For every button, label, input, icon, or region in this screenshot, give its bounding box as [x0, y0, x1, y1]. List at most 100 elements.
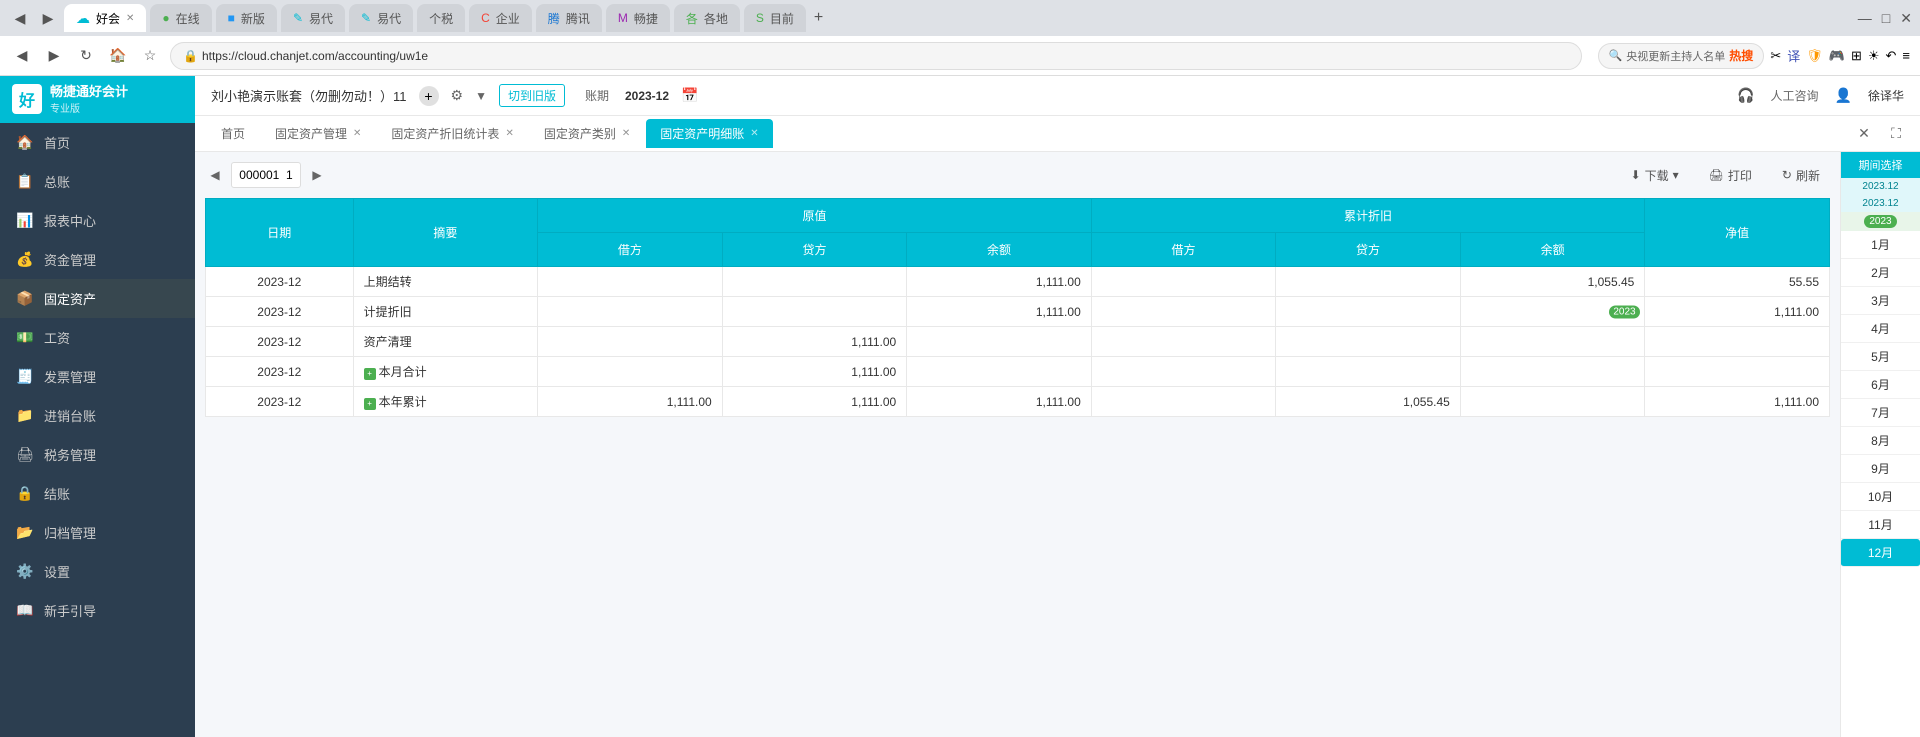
browser-tab-10[interactable]: S 目前 — [744, 4, 806, 32]
switch-version-btn[interactable]: 切到旧版 — [499, 84, 565, 107]
nav-reload[interactable]: ↻ — [74, 44, 98, 68]
human-service-link[interactable]: 人工咨询 — [1771, 87, 1819, 104]
prev-page-btn[interactable]: ◀ — [205, 165, 225, 185]
tab-close-category[interactable]: ✕ — [622, 128, 630, 139]
browser-tab-7[interactable]: 腾 腾讯 — [536, 4, 602, 32]
month-4[interactable]: 4月 — [1841, 315, 1920, 343]
nav-bookmark[interactable]: ☆ — [138, 44, 162, 68]
sidebar-item-funds[interactable]: 💰 资金管理 — [0, 240, 195, 279]
cell-orig-balance: 1,111.00 — [907, 387, 1092, 417]
dropdown-chevron-icon: ▾ — [1673, 168, 1679, 182]
browser-tab-2[interactable]: ■ 新版 — [216, 4, 277, 32]
game-icon[interactable]: 🎮 — [1829, 48, 1845, 64]
month-10[interactable]: 10月 — [1841, 483, 1920, 511]
nav-home[interactable]: 🏠 — [106, 44, 130, 68]
tab-close-detail[interactable]: ✕ — [750, 128, 758, 139]
grid-icon[interactable]: ⊞ — [1851, 48, 1862, 64]
page-tab-home[interactable]: 首页 — [207, 119, 259, 148]
undo-icon[interactable]: ↶ — [1886, 48, 1897, 64]
cell-date: 2023-12 — [206, 297, 354, 327]
sidebar-item-salary[interactable]: 💵 工资 — [0, 318, 195, 357]
cell-accum-debit — [1091, 297, 1276, 327]
browser-tab-9[interactable]: 各 各地 — [674, 4, 740, 32]
sidebar-item-guide[interactable]: 📖 新手引导 — [0, 591, 195, 630]
refresh-btn[interactable]: ↻ 刷新 — [1772, 163, 1830, 188]
sidebar-item-stock[interactable]: 📁 进销台账 — [0, 396, 195, 435]
cell-accum-debit — [1091, 327, 1276, 357]
menu-icon[interactable]: ≡ — [1902, 48, 1910, 63]
sidebar-item-archive[interactable]: 📂 归档管理 — [0, 513, 195, 552]
month-9[interactable]: 9月 — [1841, 455, 1920, 483]
user-avatar-icon: 👤 — [1835, 87, 1852, 104]
month-12[interactable]: 12月 — [1841, 539, 1920, 567]
new-tab-btn[interactable]: + — [814, 9, 823, 27]
cell-accum-credit — [1276, 327, 1461, 357]
shield-icon[interactable]: 🛡 — [1806, 48, 1823, 64]
browser-tab-3[interactable]: ✎ 易代 — [281, 4, 345, 32]
cell-accum-debit — [1091, 357, 1276, 387]
page-input[interactable] — [231, 162, 301, 188]
browser-tab-active[interactable]: ☁ 好会 ✕ — [64, 4, 146, 32]
settings-gear-icon[interactable]: ⚙ — [451, 87, 464, 104]
month-5[interactable]: 5月 — [1841, 343, 1920, 371]
cell-orig-credit: 1,111.00 — [722, 327, 907, 357]
page-tab-detail[interactable]: 固定资产明细账 ✕ — [646, 119, 772, 148]
cell-orig-credit — [722, 267, 907, 297]
sidebar-item-close[interactable]: 🔒 结账 — [0, 474, 195, 513]
tab-close-depreciation[interactable]: ✕ — [505, 128, 513, 139]
cell-accum-debit — [1091, 387, 1276, 417]
browser-tab-5[interactable]: 个税 — [417, 4, 465, 32]
back-btn[interactable]: ◀ — [8, 6, 32, 30]
cell-summary: 资产清理 — [353, 327, 538, 357]
sidebar-item-ledger[interactable]: 📋 总账 — [0, 162, 195, 201]
sidebar-item-settings[interactable]: ⚙️ 设置 — [0, 552, 195, 591]
month-3[interactable]: 3月 — [1841, 287, 1920, 315]
top-bar-right: 🎧 人工咨询 👤 徐译华 — [1737, 87, 1904, 104]
close-icon[interactable]: ✕ — [126, 13, 134, 24]
browser-tab-1[interactable]: ● 在线 — [150, 4, 211, 32]
sidebar-item-fixed[interactable]: 📦 固定资产 — [0, 279, 195, 318]
add-btn[interactable]: + — [419, 86, 439, 106]
browser-tab-6[interactable]: C 企业 — [469, 4, 532, 32]
month-7[interactable]: 7月 — [1841, 399, 1920, 427]
download-btn[interactable]: ⬇ 下载 ▾ — [1621, 163, 1689, 188]
cell-orig-debit — [538, 327, 723, 357]
translate-icon[interactable]: 译 — [1787, 46, 1800, 65]
url-bar[interactable]: 🔒 https://cloud.chanjet.com/accounting/u… — [170, 42, 1582, 70]
month-8[interactable]: 8月 — [1841, 427, 1920, 455]
month-6[interactable]: 6月 — [1841, 371, 1920, 399]
browser-nav-bar: ◀ ▶ ↻ 🏠 ☆ 🔒 https://cloud.chanjet.com/ac… — [0, 36, 1920, 76]
browser-tab-8[interactable]: M 畅捷 — [606, 4, 670, 32]
dropdown-arrow-icon[interactable]: ▼ — [475, 89, 487, 103]
sidebar-item-tax[interactable]: 🖨 税务管理 — [0, 435, 195, 474]
brightness-icon[interactable]: ☀ — [1868, 48, 1880, 64]
month-1[interactable]: 1月 — [1841, 231, 1920, 259]
month-11[interactable]: 11月 — [1841, 511, 1920, 539]
expand-icon[interactable]: ⛶ — [1884, 122, 1908, 146]
sidebar-item-home[interactable]: 🏠 首页 — [0, 123, 195, 162]
next-page-btn[interactable]: ▶ — [307, 165, 327, 185]
sidebar-item-invoice[interactable]: 🧾 发票管理 — [0, 357, 195, 396]
page-tab-category[interactable]: 固定资产类别 ✕ — [530, 119, 644, 148]
nav-forward[interactable]: ▶ — [42, 44, 66, 68]
browser-tab-4[interactable]: ✎ 易代 — [349, 4, 413, 32]
ledger-icon: 📋 — [16, 172, 34, 190]
print-btn[interactable]: 🖨 打印 — [1699, 163, 1762, 188]
nav-back[interactable]: ◀ — [10, 44, 34, 68]
minimize-btn[interactable]: — — [1858, 10, 1872, 26]
month-2[interactable]: 2月 — [1841, 259, 1920, 287]
close-panel-icon[interactable]: ✕ — [1852, 122, 1876, 146]
sidebar-item-reports[interactable]: 📊 报表中心 — [0, 201, 195, 240]
tab-close-fixed-mgmt[interactable]: ✕ — [353, 128, 361, 139]
cell-net-value — [1645, 327, 1830, 357]
maximize-btn[interactable]: □ — [1882, 10, 1890, 26]
calendar-icon[interactable]: 📅 — [681, 87, 698, 104]
extensions-area: ✂ 译 🛡 🎮 ⊞ ☀ ↶ ≡ — [1770, 46, 1910, 65]
web-search[interactable]: 🔍 央视更新主持人名单 热搜 — [1598, 43, 1765, 69]
close-window-btn[interactable]: ✕ — [1900, 10, 1912, 27]
page-tab-fixed-mgmt[interactable]: 固定资产管理 ✕ — [261, 119, 375, 148]
scissors-icon[interactable]: ✂ — [1770, 48, 1781, 64]
page-tab-depreciation[interactable]: 固定资产折旧统计表 ✕ — [377, 119, 527, 148]
period-value: 2023-12 — [625, 89, 669, 103]
forward-btn[interactable]: ▶ — [36, 6, 60, 30]
